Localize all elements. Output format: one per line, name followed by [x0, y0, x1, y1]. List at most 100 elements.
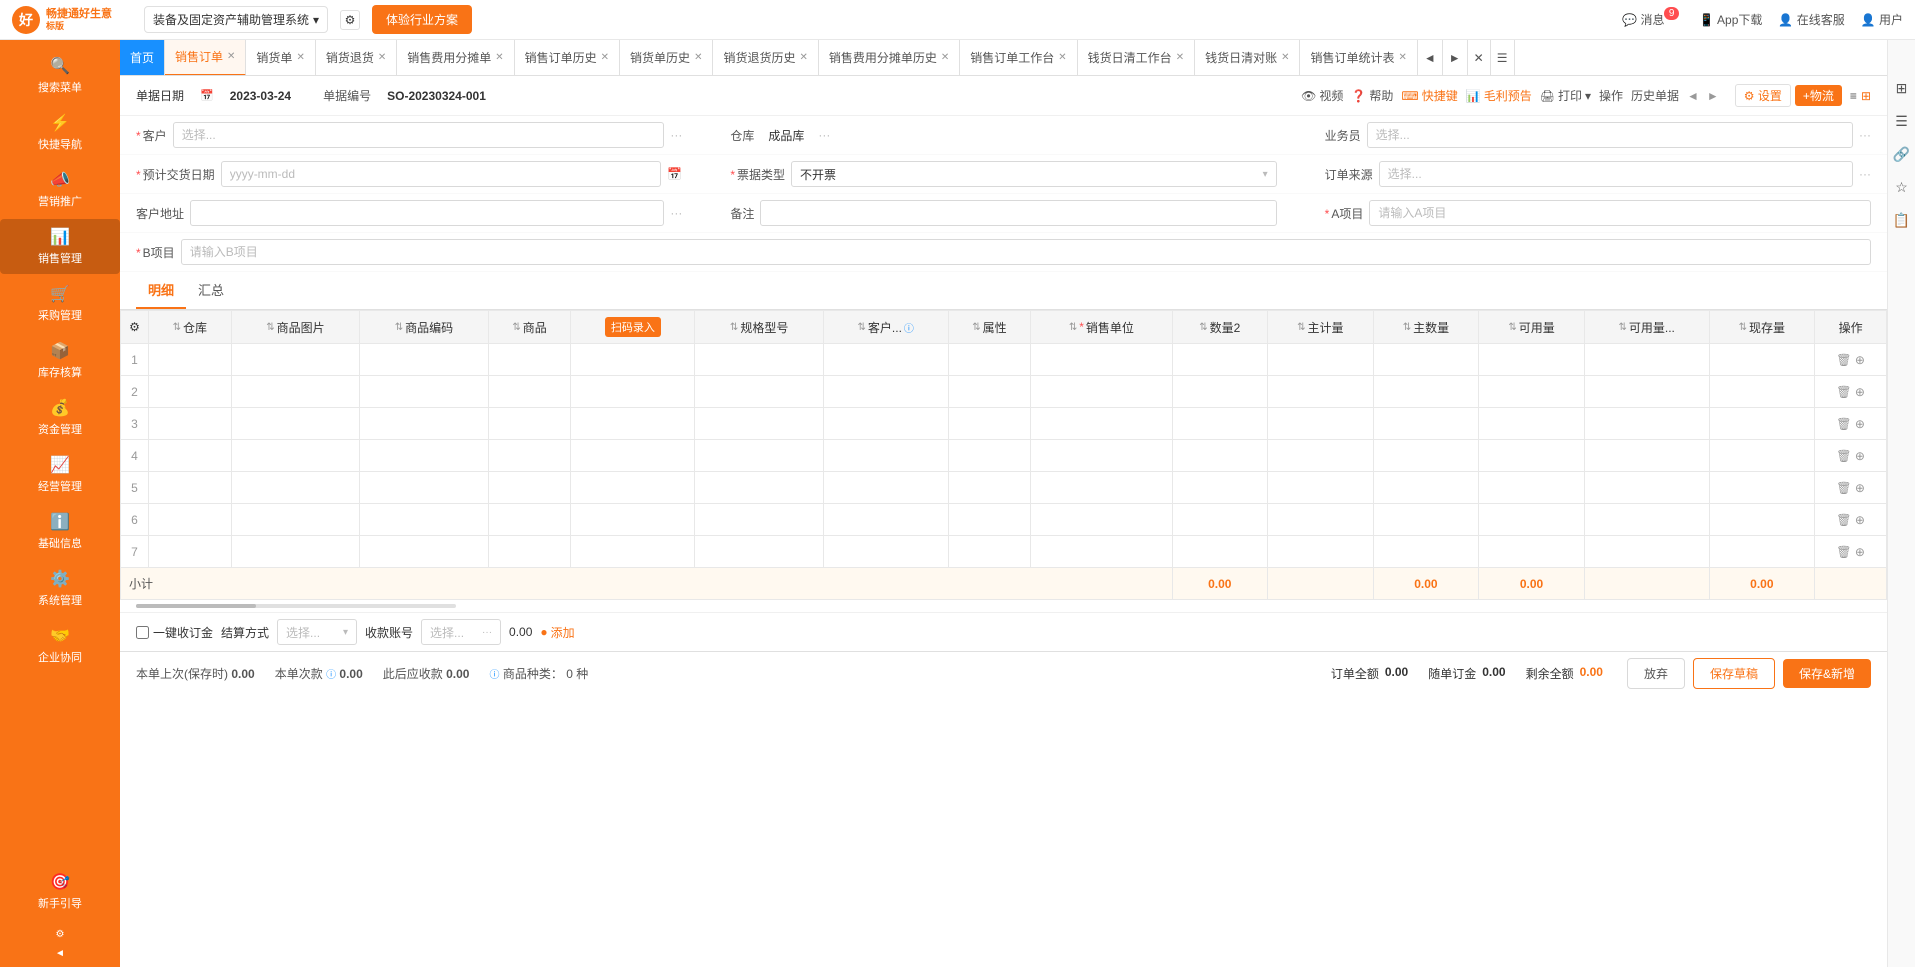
tab-order-workbench[interactable]: 销售订单工作台 ✕	[960, 40, 1077, 76]
tab-close-all-btn[interactable]: ✕	[1468, 40, 1491, 76]
tab-close-icon[interactable]: ✕	[694, 52, 702, 63]
calendar-icon[interactable]: 📅	[667, 167, 682, 181]
sidebar-item-system[interactable]: ⚙️ 系统管理	[0, 561, 120, 616]
grid-view-icon[interactable]: ⊞	[1861, 89, 1871, 103]
th-unit[interactable]: ⇅ *销售单位	[1031, 311, 1172, 344]
tab-return-history[interactable]: 销货退货历史 ✕	[713, 40, 818, 76]
delete-row-icon[interactable]: 🗑	[1836, 417, 1851, 431]
tab-close-icon[interactable]: ✕	[378, 52, 386, 63]
order-source-more-btn[interactable]: ···	[1859, 167, 1871, 181]
one-click-label[interactable]: 一键收订金	[136, 624, 213, 641]
tab-sales-return[interactable]: 销货退货 ✕	[316, 40, 397, 76]
sidebar-item-enterprise[interactable]: 🤝 企业协同	[0, 618, 120, 673]
shortcut-link[interactable]: ⌨ 快捷键	[1401, 87, 1457, 104]
tab-home[interactable]: 首页	[120, 40, 165, 76]
th-main-qty[interactable]: ⇅ 主数量	[1373, 311, 1479, 344]
tab-close-icon[interactable]: ✕	[799, 52, 807, 63]
b-project-input[interactable]	[181, 239, 1871, 265]
delete-row-icon[interactable]: 🗑	[1836, 353, 1851, 367]
tab-sales-stats[interactable]: 销售订单统计表 ✕	[1300, 40, 1417, 76]
sidebar-item-purchase[interactable]: 🛒 采购管理	[0, 276, 120, 331]
copy-row-icon[interactable]: ⊕	[1855, 513, 1865, 527]
sidebar-toggle[interactable]: ◄	[55, 948, 65, 959]
settings-icon[interactable]: ⚙	[340, 10, 360, 30]
discard-btn[interactable]: 放弃	[1627, 658, 1685, 689]
print-link[interactable]: 🖨 打印 ▾	[1540, 87, 1591, 104]
address-input[interactable]	[190, 200, 664, 226]
tab-next-btn[interactable]: ►	[1443, 40, 1468, 76]
th-code[interactable]: ⇅ 商品编码	[360, 311, 489, 344]
th-stock[interactable]: ⇅ 现存量	[1709, 311, 1815, 344]
order-source-input[interactable]	[1379, 161, 1853, 187]
online-service-btn[interactable]: 👤 在线客服	[1778, 11, 1844, 28]
operate-link[interactable]: 操作	[1599, 87, 1623, 104]
copy-row-icon[interactable]: ⊕	[1855, 417, 1865, 431]
a-project-input[interactable]	[1369, 200, 1871, 226]
th-image[interactable]: ⇅ 商品图片	[231, 311, 360, 344]
copy-row-icon[interactable]: ⊕	[1855, 353, 1865, 367]
tab-close-icon[interactable]: ✕	[941, 52, 949, 63]
scan-btn[interactable]: 扫码录入	[605, 317, 661, 337]
sidebar-item-inventory[interactable]: 📦 库存核算	[0, 333, 120, 388]
th-warehouse[interactable]: ⇅ 仓库	[149, 311, 232, 344]
delete-row-icon[interactable]: 🗑	[1836, 513, 1851, 527]
note-input[interactable]	[760, 200, 1276, 226]
help-link[interactable]: ❓ 帮助	[1351, 87, 1393, 104]
sidebar-item-quick-nav[interactable]: ⚡ 快捷导航	[0, 105, 120, 160]
right-icon-3[interactable]: 🔗	[1893, 146, 1910, 163]
tab-close-icon[interactable]: ✕	[1058, 52, 1066, 63]
view-link[interactable]: 👁 视频	[1301, 87, 1343, 104]
copy-row-icon[interactable]: ⊕	[1855, 449, 1865, 463]
delete-row-icon[interactable]: 🗑	[1836, 481, 1851, 495]
tab-daily-reconcile[interactable]: 钱货日清对账 ✕	[1195, 40, 1300, 76]
tab-menu-btn[interactable]: ☰	[1491, 40, 1515, 76]
industry-btn[interactable]: 体验行业方案	[372, 5, 472, 34]
tab-close-icon[interactable]: ✕	[227, 51, 235, 62]
delete-row-icon[interactable]: 🗑	[1836, 385, 1851, 399]
th-customer-code[interactable]: ⇅ 客户... ⓘ	[823, 311, 948, 344]
warehouse-more-btn[interactable]: ···	[818, 128, 830, 142]
customer-input[interactable]	[173, 122, 665, 148]
th-available[interactable]: ⇅ 可用量	[1479, 311, 1585, 344]
tab-close-icon[interactable]: ✕	[1281, 52, 1289, 63]
settle-select[interactable]: 选择... ▾	[277, 619, 357, 645]
invoice-select[interactable]: 不开票 ▾	[791, 161, 1277, 187]
th-goods[interactable]: ⇅ 商品	[488, 311, 571, 344]
scroll-thumb[interactable]	[136, 604, 256, 608]
sidebar-item-guide[interactable]: 🎯 新手引导	[0, 864, 120, 919]
th-settings[interactable]: ⚙	[121, 311, 149, 344]
save-new-btn[interactable]: 保存&新增	[1783, 659, 1871, 688]
th-spec[interactable]: ⇅ 规格型号	[695, 311, 824, 344]
th-available2[interactable]: ⇅ 可用量...	[1584, 311, 1709, 344]
copy-row-icon[interactable]: ⊕	[1855, 545, 1865, 559]
right-icon-2[interactable]: ☰	[1895, 113, 1908, 130]
list-view-icon[interactable]: ≡	[1850, 89, 1857, 103]
tab-sales-order-history[interactable]: 销售订单历史 ✕	[515, 40, 620, 76]
right-icon-1[interactable]: ⊞	[1896, 80, 1908, 97]
tab-close-icon[interactable]: ✕	[1176, 52, 1184, 63]
copy-row-icon[interactable]: ⊕	[1855, 481, 1865, 495]
sidebar-item-operations[interactable]: 📈 经营管理	[0, 447, 120, 502]
tab-sales-order[interactable]: 销售订单 ✕	[165, 40, 246, 76]
sidebar-item-basic[interactable]: ℹ️ 基础信息	[0, 504, 120, 559]
delivery-input[interactable]	[221, 161, 662, 187]
right-icon-5[interactable]: 📋	[1893, 212, 1910, 229]
tab-close-icon[interactable]: ✕	[601, 52, 609, 63]
sidebar-item-marketing[interactable]: 📣 营销推广	[0, 162, 120, 217]
add-logistics-btn[interactable]: +物流	[1795, 85, 1842, 106]
tab-sales-expense[interactable]: 销售费用分摊单 ✕	[397, 40, 514, 76]
profit-link[interactable]: 📊 毛利预告	[1466, 87, 1532, 104]
address-more-btn[interactable]: ···	[670, 206, 682, 220]
app-download-btn[interactable]: 📱 App下载	[1699, 11, 1762, 28]
customer-more-btn[interactable]: ···	[670, 128, 682, 142]
th-attr[interactable]: ⇅ 属性	[948, 311, 1031, 344]
tab-invoice-history[interactable]: 销货单历史 ✕	[620, 40, 713, 76]
tab-close-icon[interactable]: ✕	[495, 52, 503, 63]
sidebar-item-search[interactable]: 🔍 搜索菜单	[0, 48, 120, 103]
message-area[interactable]: 💬 消息 9	[1622, 11, 1683, 28]
add-payment-btn[interactable]: ● 添加	[540, 624, 574, 641]
tab-detail[interactable]: 明细	[136, 272, 186, 309]
tab-sales-invoice[interactable]: 销货单 ✕	[246, 40, 315, 76]
tab-summary[interactable]: 汇总	[186, 272, 236, 309]
th-main-unit[interactable]: ⇅ 主计量	[1267, 311, 1373, 344]
